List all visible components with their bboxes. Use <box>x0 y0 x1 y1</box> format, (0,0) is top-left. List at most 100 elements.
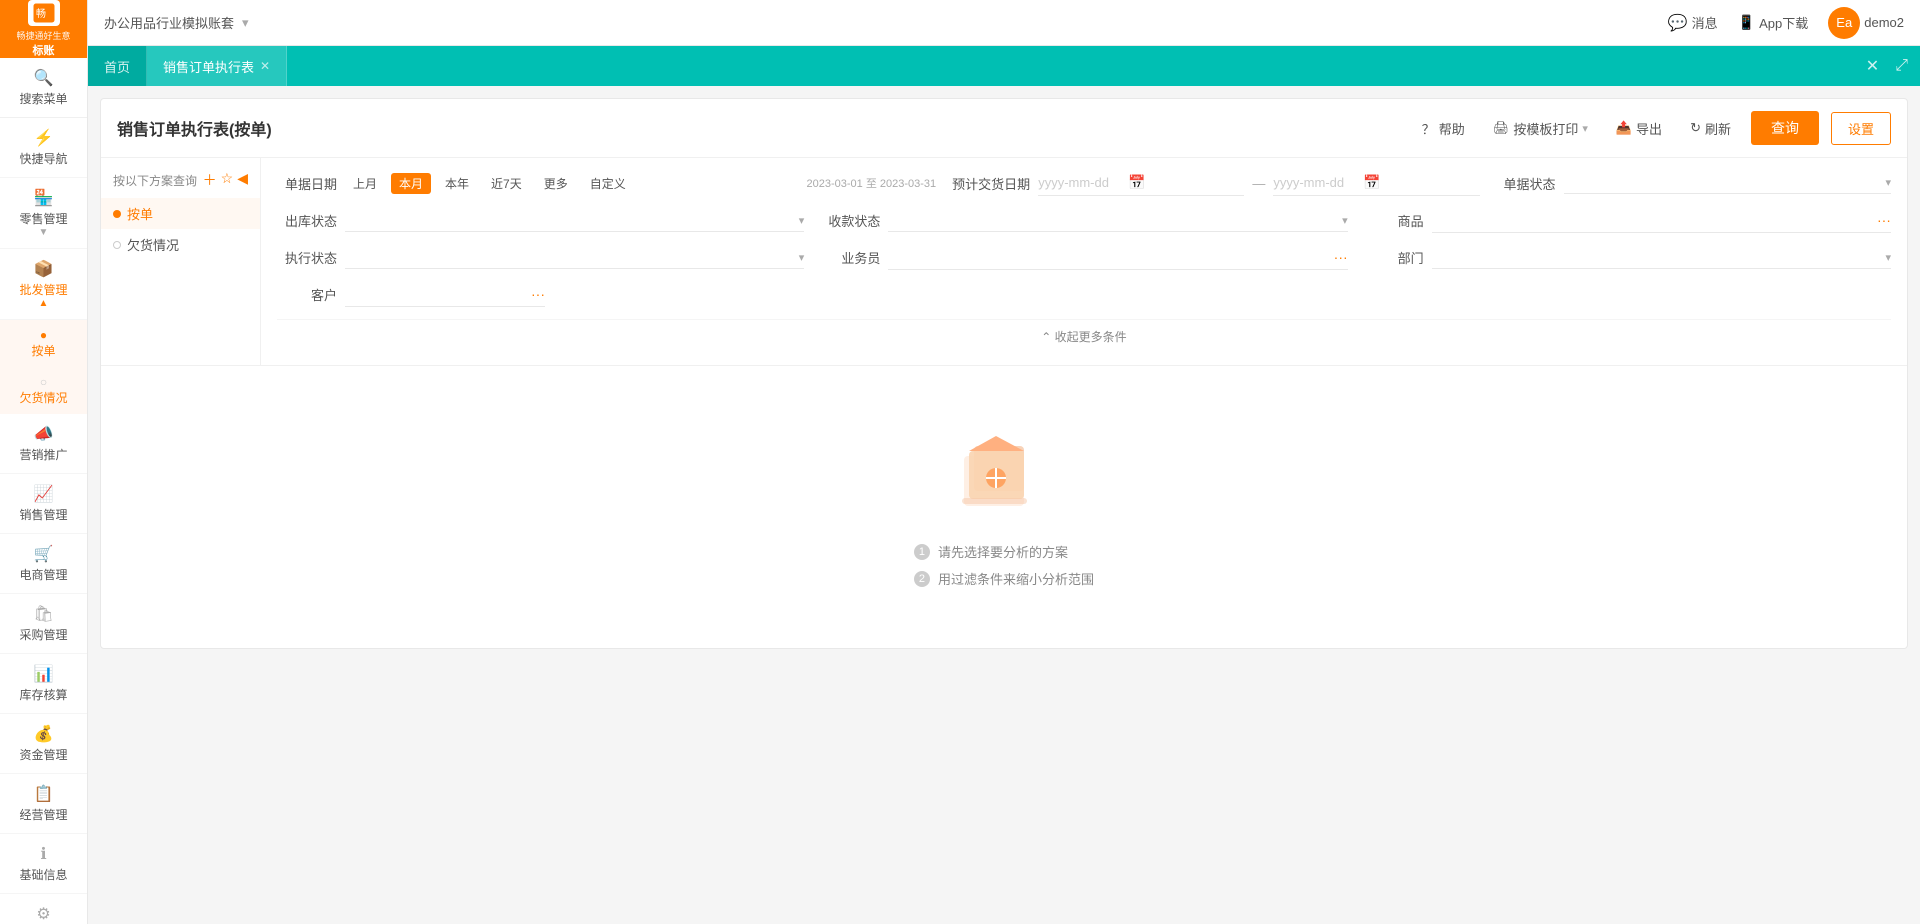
sub-item-icon: ● <box>40 328 47 342</box>
print-button[interactable]: 🖨 按模板打印 ▾ <box>1485 115 1596 142</box>
date-pill-this-year[interactable]: 本年 <box>437 173 477 194</box>
delivery-date-from-wrap: 📅 <box>1038 170 1244 196</box>
date-label: 单据日期 <box>277 174 337 193</box>
star-scheme-icon[interactable]: ☆ <box>221 170 234 190</box>
calendar-from-icon[interactable]: 📅 <box>1128 174 1145 191</box>
sidebar-search[interactable]: 🔍 搜索菜单 <box>0 58 87 118</box>
scheme-dot-inactive <box>113 241 121 249</box>
help-label: 帮助 <box>1439 119 1465 138</box>
sidebar-item-retail[interactable]: 🏪 零售管理 ▼ <box>0 178 87 249</box>
refresh-label: 刷新 <box>1705 119 1731 138</box>
date-pill-7days[interactable]: 近7天 <box>483 173 530 194</box>
salesperson-ellipsis-icon[interactable]: ··· <box>1334 249 1348 265</box>
exec-status-select[interactable]: ▾ <box>345 247 804 269</box>
dept-select[interactable]: ▾ <box>1432 247 1891 269</box>
tab-home[interactable]: 首页 <box>88 46 147 86</box>
sidebar-item-quick-nav[interactable]: ⚡ 快捷导航 <box>0 118 87 178</box>
help-button[interactable]: ？ 帮助 <box>1414 115 1473 142</box>
sidebar-item-label: 库存核算 <box>19 686 67 703</box>
tab-expand-icon[interactable]: ⤢ <box>1891 53 1912 79</box>
date-pill-more[interactable]: 更多 <box>536 173 576 194</box>
retail-arrow-icon: ▼ <box>39 227 49 238</box>
date-pill-custom[interactable]: 自定义 <box>582 173 634 194</box>
sidebar-item-label: 快捷导航 <box>19 150 67 167</box>
delivery-date-to-input[interactable] <box>1273 175 1363 190</box>
doc-status-label: 单据状态 <box>1496 174 1556 193</box>
tab-bar-right: ✕ ⤢ <box>1862 46 1920 86</box>
tab-close-all-icon[interactable]: ✕ <box>1862 52 1883 80</box>
app-logo-text: 标账 <box>33 42 55 58</box>
doc-status-chevron-icon: ▾ <box>1885 176 1891 189</box>
filter-row-4: 客户 ··· <box>277 282 1891 307</box>
payment-select[interactable]: ▾ <box>888 210 1347 232</box>
avatar[interactable]: Ea <box>1828 7 1860 39</box>
scheme-item-欠货情况[interactable]: 欠货情况 <box>101 229 260 260</box>
product-ellipsis-icon[interactable]: ··· <box>1877 212 1891 228</box>
sidebar-sub-label: 按单 <box>31 342 55 359</box>
tab-close-icon[interactable]: ✕ <box>260 59 270 73</box>
empty-text: 1 请先选择要分析的方案 2 用过滤条件来缩小分析范围 <box>914 542 1094 588</box>
filter-area: 按以下方案查询 ＋ ☆ ◀ 按单 欠货情况 <box>101 158 1907 365</box>
calendar-to-icon[interactable]: 📅 <box>1363 174 1380 191</box>
export-button[interactable]: 📤 导出 <box>1608 115 1670 142</box>
download-label: App下载 <box>1759 13 1808 32</box>
sidebar-item-sales[interactable]: 📈 销售管理 <box>0 474 87 534</box>
scheme-label-按单: 按单 <box>127 204 153 223</box>
sidebar-item-marketing[interactable]: 📣 营销推广 <box>0 414 87 474</box>
outstock-select[interactable]: ▾ <box>345 210 804 232</box>
inventory-icon: 📊 <box>34 664 54 684</box>
sidebar-item-purchase[interactable]: 🛍 采购管理 <box>0 594 87 654</box>
logo-icon: 畅 <box>28 0 60 26</box>
home-tab-label: 首页 <box>104 57 130 76</box>
sidebar-item-inventory[interactable]: 📊 库存核算 <box>0 654 87 714</box>
quick-nav-icon: ⚡ <box>34 128 54 148</box>
delivery-date-from-input[interactable] <box>1038 175 1128 190</box>
delivery-date-to-wrap: 📅 <box>1273 170 1479 196</box>
filter-scheme-panel: 按以下方案查询 ＋ ☆ ◀ 按单 欠货情况 <box>101 158 261 365</box>
dept-chevron-icon: ▾ <box>1885 251 1891 264</box>
app-download-action[interactable]: 📱 App下载 <box>1738 13 1809 32</box>
empty-illustration <box>944 426 1064 526</box>
customer-ellipsis-icon[interactable]: ··· <box>531 286 545 302</box>
retail-icon: 🏪 <box>34 188 54 208</box>
scheme-item-按单[interactable]: 按单 <box>101 198 260 229</box>
tab-sales-exec[interactable]: 销售订单执行表 ✕ <box>147 46 287 86</box>
sidebar: 畅 畅捷通好生意 标账 🔍 搜索菜单 ⚡ 快捷导航 🏪 零售管理 ▼ 📦 批发管… <box>0 0 88 924</box>
sub-item-icon2: ○ <box>40 375 47 389</box>
ecommerce-icon: 🛒 <box>34 544 54 564</box>
sidebar-item-finance[interactable]: 💰 资金管理 <box>0 714 87 774</box>
sidebar-sub-section: ● 按单 ○ 欠货情况 <box>0 320 87 414</box>
user-action[interactable]: Ea demo2 <box>1828 7 1904 39</box>
collapse-scheme-icon[interactable]: ◀ <box>237 170 248 190</box>
refresh-button[interactable]: ↻ 刷新 <box>1682 115 1739 142</box>
filter-item-delivery-date: 预计交货日期 📅 — 📅 <box>952 170 1479 196</box>
setting-button[interactable]: 设置 <box>1831 112 1891 145</box>
sidebar-item-system[interactable]: ⚙ 系统管理 <box>0 894 87 924</box>
basic-info-icon: ℹ <box>40 844 46 864</box>
sidebar-item-label: 资金管理 <box>19 746 67 763</box>
message-icon: 💬 <box>1668 13 1688 33</box>
page-title: 销售订单执行表(按单) <box>117 116 272 140</box>
sidebar-item-ecommerce[interactable]: 🛒 电商管理 <box>0 534 87 594</box>
sidebar-item-wholesale[interactable]: 📦 批发管理 ▲ <box>0 249 87 320</box>
wholesale-icon: 📦 <box>34 259 54 279</box>
sidebar-item-basic-info[interactable]: ℹ 基础信息 <box>0 834 87 894</box>
date-pill-last-month[interactable]: 上月 <box>345 173 385 194</box>
filter-item-salesperson: 业务员 ··· <box>820 245 1347 270</box>
marketing-icon: 📣 <box>34 424 54 444</box>
collapse-conditions-button[interactable]: ⌃ 收起更多条件 <box>277 319 1891 353</box>
filter-item-product: 商品 ··· <box>1364 208 1891 233</box>
add-scheme-icon[interactable]: ＋ <box>203 170 217 190</box>
scheme-label-欠货情况: 欠货情况 <box>127 235 179 254</box>
filter-item-date: 单据日期 上月 本月 本年 近7天 更多 自定义 2023-03-01 至 20… <box>277 173 936 194</box>
query-button[interactable]: 查询 <box>1751 111 1819 145</box>
message-action[interactable]: 💬 消息 <box>1668 13 1718 33</box>
sidebar-item-按单[interactable]: ● 按单 <box>0 320 87 367</box>
date-pill-this-month[interactable]: 本月 <box>391 173 431 194</box>
sidebar-item-operations[interactable]: 📋 经营管理 <box>0 774 87 834</box>
app-logo[interactable]: 畅 畅捷通好生意 标账 <box>0 0 88 58</box>
product-label: 商品 <box>1364 211 1424 230</box>
filter-item-doc-status: 单据状态 ▾ <box>1496 172 1892 194</box>
doc-status-select[interactable]: ▾ <box>1564 172 1892 194</box>
sidebar-item-欠货情况[interactable]: ○ 欠货情况 <box>0 367 87 414</box>
